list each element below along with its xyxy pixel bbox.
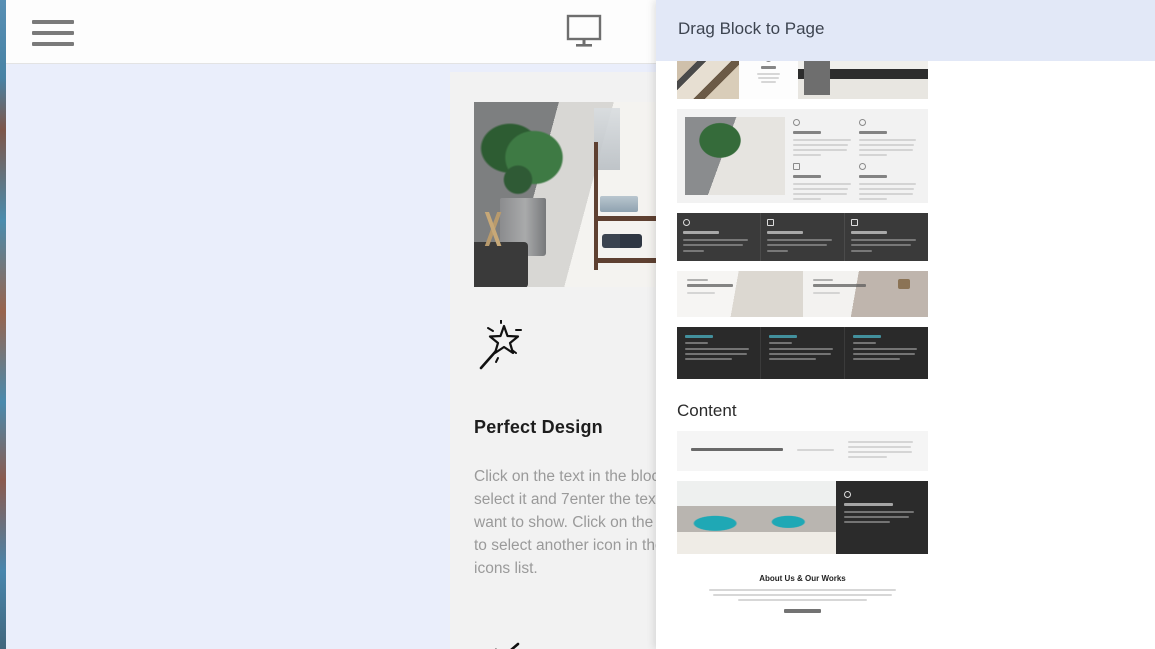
thumb-feature-cell <box>793 163 855 203</box>
hamburger-line <box>32 20 74 24</box>
thumb-dark-cell <box>677 213 761 261</box>
block-thumbnails-scroll-area[interactable]: Content About Us & Our Works <box>656 61 940 649</box>
block-thumb-features-dark-three-columns[interactable] <box>677 213 928 261</box>
thumb-dark-news-col <box>677 327 761 379</box>
folded-shirt <box>600 196 638 212</box>
shoes <box>602 234 642 248</box>
thumb-news-rule <box>797 448 834 454</box>
feature-block-body[interactable]: Click on the text in the block to select… <box>474 465 660 580</box>
panel-header: Drag Block to Page <box>656 0 1155 61</box>
thumb-dark-cell <box>845 213 928 261</box>
thumb-news-paragraph <box>847 441 914 461</box>
block-thumb-features-dark-news-three[interactable] <box>677 327 928 379</box>
desktop-monitor-icon[interactable] <box>562 12 606 52</box>
thumb-dark-news-col <box>761 327 845 379</box>
thumb-dark-cell <box>761 213 845 261</box>
thumb-about-heading: About Us & Our Works <box>759 574 846 583</box>
thumb-photo-sofa <box>677 481 836 554</box>
thumb-photo-kitchen <box>798 61 928 99</box>
hamburger-icon[interactable] <box>32 16 74 50</box>
thumb-copy-block <box>739 61 798 99</box>
thumb-card-right <box>802 271 928 317</box>
drag-block-panel: Drag Block to Page Content About Us & Ou… <box>656 0 1155 649</box>
thumb-group-label-content: Content <box>677 401 737 420</box>
editor-toolbar <box>6 0 660 64</box>
thumb-feature-cell <box>793 119 855 159</box>
thumb-photo-plant-interior <box>685 117 785 195</box>
magic-wand-icon[interactable] <box>474 320 530 376</box>
block-thumb-features-hero-split[interactable] <box>677 61 928 99</box>
page-editor-area: Perfect Design Click on the text in the … <box>0 0 660 649</box>
desktop-monitor-glyph <box>566 14 602 47</box>
block-thumb-content-about-us[interactable]: About Us & Our Works <box>677 564 928 626</box>
thumb-feature-grid <box>793 109 928 203</box>
thumb-photo-staircase <box>677 61 739 99</box>
panel-title: Drag Block to Page <box>678 19 825 38</box>
block-thumbnails-list: Content About Us & Our Works <box>656 61 940 636</box>
thumb-card-left <box>677 271 803 317</box>
thumb-news-label <box>691 448 783 454</box>
thumb-feature-cell <box>858 163 921 203</box>
feature-block-image <box>474 102 660 287</box>
page-block-feature[interactable]: Perfect Design Click on the text in the … <box>450 72 660 649</box>
thumb-dark-sidebar <box>836 481 928 554</box>
block-thumb-features-four-icons[interactable] <box>677 109 928 203</box>
hamburger-line <box>32 31 74 35</box>
hamburger-line <box>32 42 74 46</box>
thumb-feature-cell <box>858 119 921 159</box>
basket <box>474 212 528 287</box>
feature-block-title[interactable]: Perfect Design <box>474 417 660 438</box>
block-thumb-content-sofa-interior-design[interactable] <box>677 481 928 554</box>
block-thumb-features-two-light-cards[interactable] <box>677 271 928 317</box>
block-thumb-content-news-updates[interactable] <box>677 431 928 471</box>
outline-icon[interactable] <box>474 630 534 649</box>
thumb-dark-news-col <box>845 327 928 379</box>
app-root: Perfect Design Click on the text in the … <box>0 0 1155 649</box>
page-canvas: Perfect Design Click on the text in the … <box>6 64 660 649</box>
